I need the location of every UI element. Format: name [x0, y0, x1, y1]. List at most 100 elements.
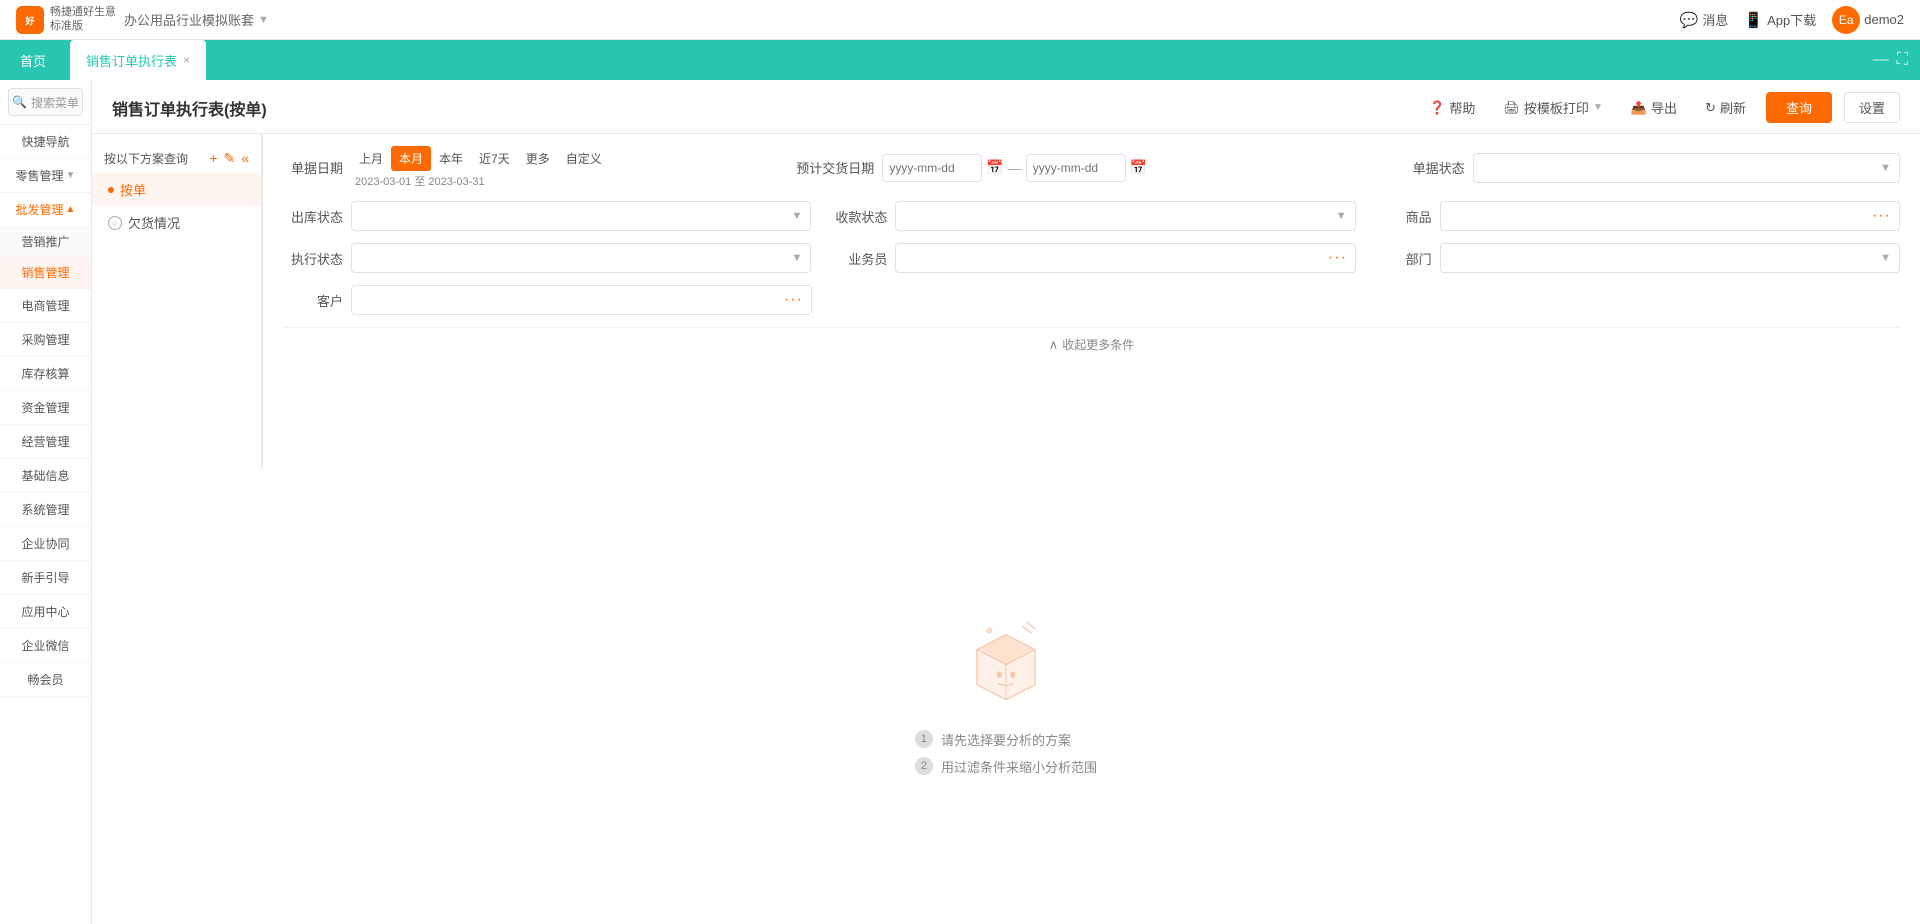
- sidebar-item-operations[interactable]: 经营管理: [0, 425, 91, 459]
- refresh-icon: ↻: [1705, 100, 1716, 116]
- sidebar-item-ecommerce[interactable]: 电商管理: [0, 289, 91, 323]
- refresh-btn[interactable]: ↻ 刷新: [1697, 94, 1754, 121]
- delivery-status-label: 出库状态: [283, 207, 343, 226]
- message-btn[interactable]: 💬 消息: [1680, 10, 1729, 29]
- collapse-bar[interactable]: ∧ 收起更多条件: [283, 327, 1900, 361]
- goods-select[interactable]: ···: [1440, 201, 1900, 231]
- app-download-btn[interactable]: 📱 App下载: [1744, 10, 1816, 29]
- solution-add-btn[interactable]: +: [209, 150, 217, 167]
- salesperson-select[interactable]: ···: [895, 243, 1355, 273]
- top-bar-right: 💬 消息 📱 App下载 Ea demo2: [1680, 6, 1904, 34]
- sidebar-item-finance[interactable]: 资金管理: [0, 391, 91, 425]
- print-btn[interactable]: 🖨 按模板打印 ▼: [1495, 94, 1610, 121]
- tab-close-icon[interactable]: ×: [183, 53, 190, 67]
- active-tab-label: 销售订单执行表: [86, 51, 177, 70]
- empty-step-1: 1 请先选择要分析的方案: [915, 730, 1097, 749]
- top-bar-left: 好 畅捷通好生意 标准版 办公用品行业模拟账套 ▼: [16, 6, 269, 34]
- tab-active[interactable]: 销售订单执行表 ×: [70, 40, 206, 80]
- app-title-arrow: ▼: [258, 14, 269, 26]
- tab-minimize-btn[interactable]: —: [1873, 51, 1889, 69]
- date-tab-7days[interactable]: 近7天: [471, 146, 518, 171]
- tab-home[interactable]: 首页: [0, 40, 66, 80]
- tab-bar-right: — ⛶: [1873, 51, 1920, 69]
- filter-item-goods: 商品 ···: [1372, 201, 1900, 231]
- sidebar-item-retail[interactable]: 零售管理 ▼: [0, 159, 91, 192]
- app-title-area[interactable]: 办公用品行业模拟账套 ▼: [124, 10, 269, 29]
- customer-dots-icon[interactable]: ···: [784, 291, 803, 309]
- delivery-chevron-icon: ▼: [791, 210, 802, 222]
- query-btn[interactable]: 查询: [1766, 92, 1832, 123]
- delivery-status-select[interactable]: ▼: [351, 201, 811, 231]
- print-arrow-icon: ▼: [1593, 102, 1603, 113]
- sidebar-item-system[interactable]: 系统管理: [0, 493, 91, 527]
- sidebar-item-member[interactable]: 畅会员: [0, 663, 91, 697]
- message-label: 消息: [1702, 10, 1728, 29]
- filter-row-1: 单据日期 上月 本月 本年 近7天 更多 自定义 2023-03-01 至 20…: [283, 146, 1900, 189]
- expected-date-from[interactable]: [882, 154, 982, 182]
- order-status-label: 单据状态: [1405, 158, 1465, 177]
- date-tab-last-month[interactable]: 上月: [351, 146, 391, 171]
- sidebar-search: 🔍 搜索菜单: [0, 80, 91, 125]
- filter-item-exec-status: 执行状态 ▼: [283, 243, 811, 273]
- solution-item-circle: ○: [108, 216, 122, 230]
- export-btn[interactable]: 📤 导出: [1623, 94, 1685, 121]
- calendar-from-icon[interactable]: 📅: [986, 159, 1003, 176]
- goods-dots-icon[interactable]: ···: [1872, 207, 1891, 225]
- sidebar-item-basic-info[interactable]: 基础信息: [0, 459, 91, 493]
- solution-panel: 按以下方案查询 + ✎ « 按单 ○ 欠货情况: [92, 134, 262, 469]
- collapse-icon: ∧: [1049, 337, 1059, 353]
- solution-item-order[interactable]: 按单: [92, 173, 261, 206]
- chevron-down-icon: ▼: [66, 170, 76, 181]
- salesperson-label: 业务员: [827, 249, 887, 268]
- app-download-icon: 📱: [1744, 11, 1763, 29]
- salesperson-dots-icon[interactable]: ···: [1328, 249, 1347, 267]
- sidebar-item-enterprise[interactable]: 企业协同: [0, 527, 91, 561]
- step-1-num: 1: [915, 730, 933, 748]
- date-tab-more[interactable]: 更多: [518, 146, 558, 171]
- goods-label: 商品: [1372, 207, 1432, 226]
- solution-item-backorder[interactable]: ○ 欠货情况: [92, 206, 261, 239]
- date-separator: —: [1008, 160, 1022, 176]
- solution-edit-btn[interactable]: ✎: [223, 150, 235, 167]
- sidebar-item-inventory[interactable]: 库存核算: [0, 357, 91, 391]
- solution-collapse-btn[interactable]: «: [241, 150, 249, 167]
- sidebar-item-shortcut[interactable]: 快捷导航: [0, 125, 91, 159]
- logo-area: 好 畅捷通好生意 标准版: [16, 6, 116, 34]
- print-icon: 🖨: [1503, 100, 1520, 116]
- sidebar-item-app-center[interactable]: 应用中心: [0, 595, 91, 629]
- receipt-status-label: 收款状态: [827, 207, 887, 226]
- solution-item-dot: [108, 187, 114, 193]
- settings-btn[interactable]: 设置: [1844, 92, 1900, 123]
- app-title: 办公用品行业模拟账套: [124, 10, 254, 29]
- sidebar-item-purchase[interactable]: 采购管理: [0, 323, 91, 357]
- sidebar-item-marketing[interactable]: 营销推广: [0, 226, 91, 257]
- filter-item-department: 部门 ▼: [1372, 243, 1900, 273]
- receipt-status-select[interactable]: ▼: [895, 201, 1355, 231]
- date-tab-this-year[interactable]: 本年: [431, 146, 471, 171]
- solution-panel-actions: + ✎ «: [209, 150, 249, 167]
- page-header: 销售订单执行表(按单) ❓ 帮助 🖨 按模板打印 ▼ 📤 导出: [92, 80, 1920, 134]
- avatar: Ea: [1832, 6, 1860, 34]
- tab-maximize-btn[interactable]: ⛶: [1897, 51, 1908, 69]
- help-btn[interactable]: ❓ 帮助: [1421, 94, 1483, 121]
- order-status-select[interactable]: ▼: [1473, 153, 1900, 183]
- filter-row-4: 客户 ···: [283, 285, 1900, 315]
- date-tabs: 上月 本月 本年 近7天 更多 自定义: [351, 146, 778, 171]
- sidebar-item-wechat[interactable]: 企业微信: [0, 629, 91, 663]
- sidebar-item-sales[interactable]: 销售管理: [0, 257, 91, 288]
- sidebar-group-retail: 零售管理 ▼: [0, 159, 91, 193]
- sidebar-item-guide[interactable]: 新手引导: [0, 561, 91, 595]
- sidebar-item-wholesale[interactable]: 批发管理 ▲: [0, 193, 91, 226]
- customer-select[interactable]: ···: [351, 285, 812, 315]
- exec-status-select[interactable]: ▼: [351, 243, 811, 273]
- date-tab-this-month[interactable]: 本月: [391, 146, 431, 171]
- sidebar-shortcut-label: 快捷导航: [21, 133, 69, 150]
- department-select[interactable]: ▼: [1440, 243, 1900, 273]
- date-tab-custom[interactable]: 自定义: [558, 146, 610, 171]
- top-bar: 好 畅捷通好生意 标准版 办公用品行业模拟账套 ▼ 💬 消息 📱 App下载 E…: [0, 0, 1920, 40]
- calendar-to-icon[interactable]: 📅: [1130, 159, 1147, 176]
- user-area[interactable]: Ea demo2: [1832, 6, 1904, 34]
- search-menu-btn[interactable]: 🔍 搜索菜单: [8, 88, 83, 116]
- expected-date-to[interactable]: [1026, 154, 1126, 182]
- export-icon: 📤: [1631, 100, 1647, 116]
